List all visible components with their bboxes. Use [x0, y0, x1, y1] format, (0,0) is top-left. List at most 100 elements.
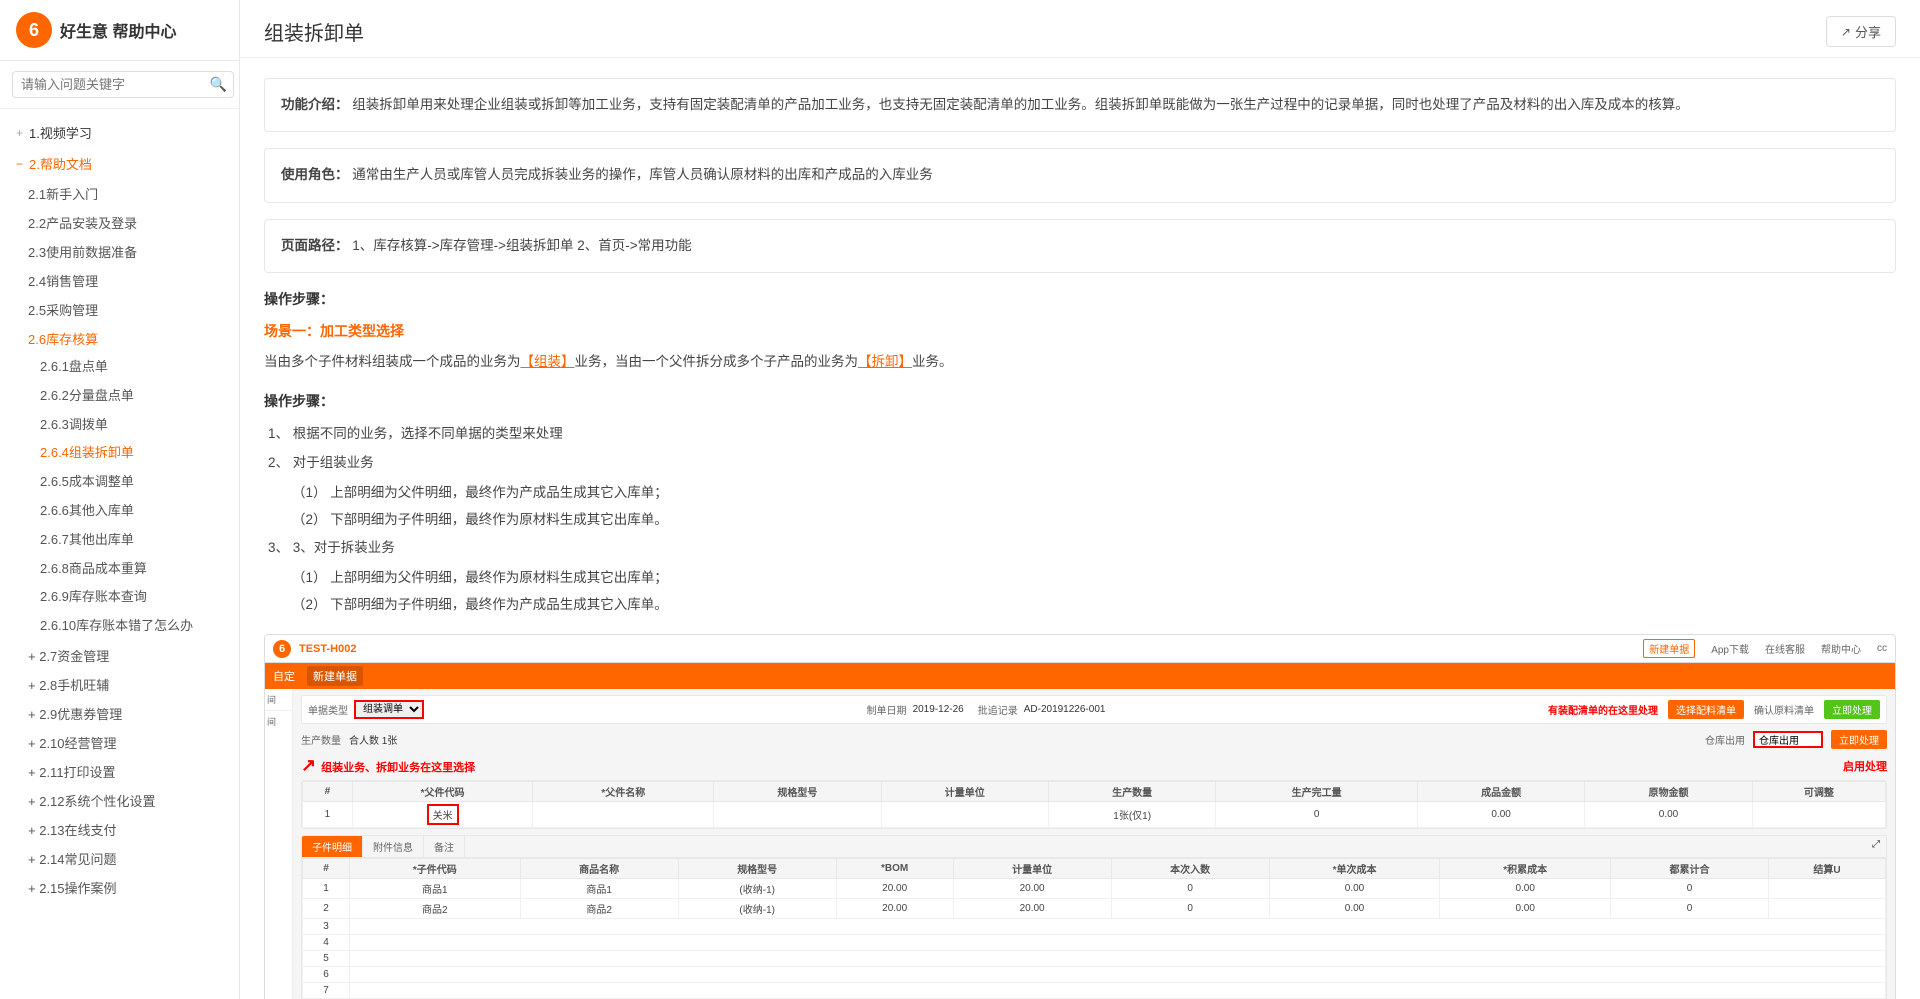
sim-doc-type-label: 单据类型 [308, 702, 348, 717]
sim-info-label: 生产数量 [301, 732, 341, 747]
sim-lcell-total1: 0 [1611, 879, 1769, 899]
disassembly-link[interactable]: 【拆卸】 [858, 354, 912, 369]
logo-icon: 6 [16, 12, 52, 48]
sim-upper-table: # *父件代码 *父件名称 规格型号 计量单位 生产数量 生产完工量 成品金额 [301, 780, 1887, 829]
sim-main-content: 单据类型 组装调单 拆卸业务 制单日期 2019-12-26 批追记录 AD-2… [293, 689, 1895, 999]
sim-annotation-row: ↗ 组装业务、拆卸业务在这里选择 启用处理 [301, 755, 1887, 776]
intro-label: 功能介绍： [281, 97, 349, 112]
sim-nav-bar: 自定 新建单据 [265, 663, 1895, 689]
sidebar-item-inventory[interactable]: 2.6库存核算 [0, 324, 239, 353]
sim-topbar: 6 TEST-H002 新建单据 App下载 在线客服 帮助中心 cc [265, 635, 1895, 663]
sim-tab-child[interactable]: 子件明细 [302, 836, 363, 857]
disassembly-sub1-num: （1） [292, 570, 327, 585]
sim-topbar-new: 新建单据 [1643, 639, 1695, 658]
sidebar-leaf-cost-recalc[interactable]: 2.6.8商品成本重算 [0, 555, 239, 584]
sim-cell-adj [1752, 802, 1885, 828]
sim-col-unit: 计量单位 [881, 782, 1048, 802]
sidebar-leaf-other-out[interactable]: 2.6.7其他出库单 [0, 526, 239, 555]
sim-info-val: 合人数 1张 [349, 732, 397, 747]
sim-tab-other2[interactable]: 备注 [424, 836, 465, 857]
sidebar-leaf-assembly[interactable]: 2.6.4组装拆卸单 [0, 439, 239, 468]
sim-lcol-code: *子件代码 [349, 859, 520, 879]
sidebar-item-mgmt[interactable]: + 2.10经营管理 [0, 728, 239, 757]
sim-cell-mat-amt: 0.00 [1585, 802, 1752, 828]
assembly-sub1-num: （1） [292, 485, 327, 500]
sim-lower-table: 子件明细 附件信息 备注 ⤢ # *子件代码 [301, 835, 1887, 999]
sim-date-value: 2019-12-26 [913, 704, 964, 715]
sim-cell-qty-done: 0 [1216, 802, 1418, 828]
sim-cell-qty-plan: 1张(仅1) [1048, 802, 1215, 828]
sim-nav-new-doc[interactable]: 新建单据 [307, 666, 363, 686]
sim-confirm-btn[interactable]: 立即处理 [1824, 700, 1880, 719]
sim-warehouse-input[interactable] [1753, 731, 1823, 748]
sim-nav-home[interactable]: 自定 [273, 668, 295, 684]
sim-cell-code: 关米 [352, 802, 533, 828]
sidebar-item-finance[interactable]: + 2.7资金管理 [0, 641, 239, 670]
sim-tab-other1[interactable]: 附件信息 [363, 836, 424, 857]
sim-doc-type-select[interactable]: 组装调单 拆卸业务 [354, 700, 424, 719]
sidebar-item-faq[interactable]: + 2.14常见问题 [0, 844, 239, 873]
path-label: 页面路径： [281, 238, 349, 253]
sidebar-item-print[interactable]: + 2.11打印设置 [0, 757, 239, 786]
step1-num: 1、 [268, 426, 289, 441]
search-input[interactable] [12, 71, 234, 98]
sim-lcol-seq: # [303, 859, 350, 879]
disassembly-sub2: （2） 下部明细为子件明细，最终作为产成品生成其它入库单。 [264, 592, 1896, 618]
sidebar-leaf-stocktake[interactable]: 2.6.1盘点单 [0, 353, 239, 382]
sim-select-bom-btn[interactable]: 选择配料清单 [1668, 700, 1744, 719]
sidebar-item-sales[interactable]: 2.4销售管理 [0, 266, 239, 295]
sidebar-item-data-prep[interactable]: 2.3使用前数据准备 [0, 237, 239, 266]
sim-lcol-cost1: *单次成本 [1269, 859, 1440, 879]
sim-lcell-total2: 0 [1611, 899, 1769, 919]
sidebar: 6 好生意 帮助中心 🔍 + 1.视频学习 − 2.帮助文档 2.1新手入门 2… [0, 0, 240, 999]
screenshot-container: 6 TEST-H002 新建单据 App下载 在线客服 帮助中心 cc 自定 新… [264, 634, 1896, 999]
sidebar-leaf-partial-stocktake[interactable]: 2.6.2分量盘点单 [0, 382, 239, 411]
nav-tree: + 1.视频学习 − 2.帮助文档 2.1新手入门 2.2产品安装及登录 2.3… [0, 109, 239, 999]
sidebar-leaf-ledger-query[interactable]: 2.6.9库存账本查询 [0, 583, 239, 612]
sim-process-btn[interactable]: 立即处理 [1831, 730, 1887, 749]
sidebar-item-newbie[interactable]: 2.1新手入门 [0, 179, 239, 208]
sim-cell-spec [714, 802, 881, 828]
sim-lcell-code1: 商品1 [349, 879, 520, 899]
table-row: 7 [303, 983, 1886, 999]
sidebar-item-video[interactable]: + 1.视频学习 [0, 117, 239, 148]
role-label: 使用角色： [281, 167, 349, 182]
intro-box: 功能介绍： 组装拆卸单用来处理企业组装或拆卸等加工业务，支持有固定装配清单的产品… [264, 78, 1896, 132]
minus-icon: − [16, 157, 23, 171]
table-row: 4 [303, 935, 1886, 951]
scenario1-title: 场景一：加工类型选择 [264, 321, 1896, 341]
sidebar-leaf-ledger-fix[interactable]: 2.6.10库存账本错了怎么办 [0, 612, 239, 641]
sim-lcol-unit: 计量单位 [953, 859, 1111, 879]
sim-doc-no-label: 批追记录 [978, 702, 1018, 717]
sidebar-item-docs[interactable]: − 2.帮助文档 [0, 148, 239, 179]
sim-col-spec: 规格型号 [714, 782, 881, 802]
sim-cell-unit [881, 802, 1048, 828]
intro-text: 组装拆卸单用来处理企业组装或拆卸等加工业务，支持有固定装配清单的产品加工业务，也… [352, 97, 1689, 112]
assembly-link[interactable]: 【组装】 [521, 354, 575, 369]
assembly-sub2-text: 下部明细为子件明细，最终作为原材料生成其它出库单。 [330, 512, 668, 527]
main-content: 组装拆卸单 ↗ 分享 功能介绍： 组装拆卸单用来处理企业组装或拆卸等加工业务，支… [240, 0, 1920, 999]
search-button[interactable]: 🔍 [210, 76, 227, 93]
share-button[interactable]: ↗ 分享 [1826, 16, 1896, 47]
step1-text: 根据不同的业务，选择不同单据的类型来处理 [293, 426, 563, 441]
sidebar-item-install[interactable]: 2.2产品安装及登录 [0, 208, 239, 237]
step2-num: 2、 [268, 455, 289, 470]
table-row: 2 商品2 商品2 (收纳-1) 20.00 20.00 0 0.00 0.00 [303, 899, 1886, 919]
sim-col-mat-amt: 原物金额 [1585, 782, 1752, 802]
sidebar-leaf-cost-adjust[interactable]: 2.6.5成本调整单 [0, 468, 239, 497]
sidebar-item-coupon[interactable]: + 2.9优惠券管理 [0, 699, 239, 728]
sidebar-leaf-other-in[interactable]: 2.6.6其他入库单 [0, 497, 239, 526]
sim-lcell-unit1: 20.00 [953, 879, 1111, 899]
scenario1-desc: 当由多个子件材料组装成一个成品的业务为【组装】业务，当由一个父件拆分成多个子产品… [264, 349, 1896, 375]
sim-expand-icon[interactable]: ⤢ [1866, 836, 1886, 857]
sidebar-item-settings[interactable]: + 2.12系统个性化设置 [0, 786, 239, 815]
sim-lcell-bom1: 20.00 [836, 879, 953, 899]
sidebar-item-payment[interactable]: + 2.13在线支付 [0, 815, 239, 844]
sidebar-item-mobile[interactable]: + 2.8手机旺辅 [0, 670, 239, 699]
sim-cell-seq: 1 [303, 802, 353, 828]
sim-lcell-cost2b: 0.00 [1440, 899, 1611, 919]
sidebar-item-purchase[interactable]: 2.5采购管理 [0, 295, 239, 324]
sidebar-item-cases[interactable]: + 2.15操作案例 [0, 873, 239, 902]
sidebar-leaf-transfer[interactable]: 2.6.3调拨单 [0, 411, 239, 440]
sim-col-seq: # [303, 782, 353, 802]
